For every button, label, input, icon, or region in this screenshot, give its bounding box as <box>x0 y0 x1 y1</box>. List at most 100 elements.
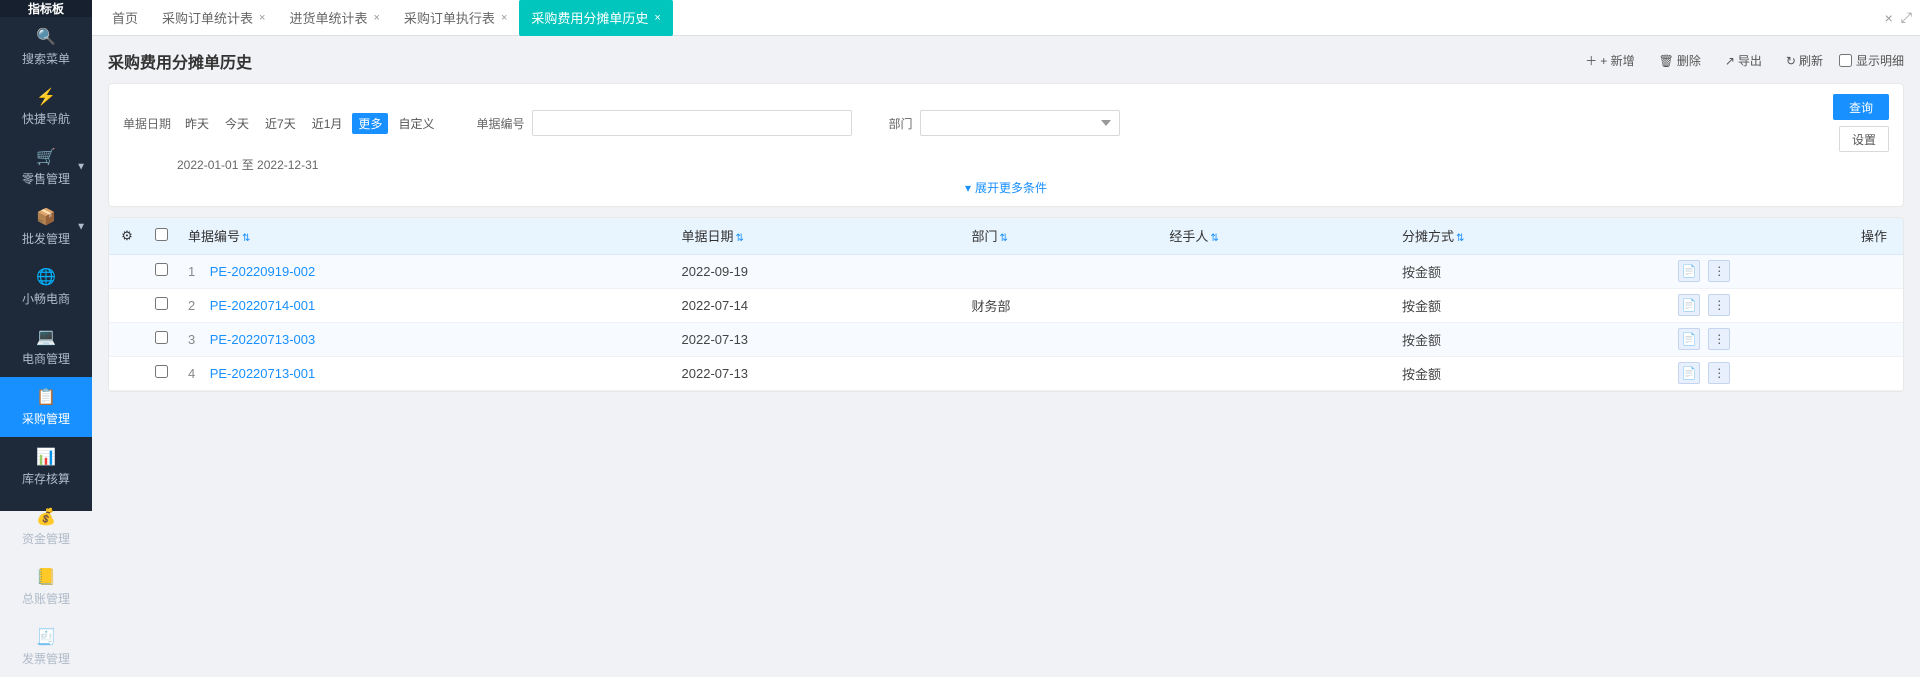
refresh-button[interactable]: ↻ 刷新 <box>1778 48 1831 73</box>
row-date-cell: 2022-07-14 <box>672 288 962 322</box>
sidebar-item-finance[interactable]: 💰 资金管理 <box>0 497 92 557</box>
sidebar-item-search[interactable]: 🔍 搜索菜单 <box>0 17 92 77</box>
col-action: 操作 <box>1668 218 1903 254</box>
row-checkbox-cell[interactable] <box>145 288 178 322</box>
sort-icon: ⇅ <box>1210 233 1218 244</box>
page-header: 采购费用分摊单历史 ＋ + 新增 🗑 删除 ↗ 导出 ↻ 刷新 <box>108 48 1904 73</box>
row-dept-cell <box>962 356 1160 390</box>
col-doc-date[interactable]: 单据日期⇅ <box>672 218 962 254</box>
tab-close-icon[interactable]: × <box>501 12 507 24</box>
main-area: 首页 采购订单统计表 × 进货单统计表 × 采购订单执行表 × 采购费用分摊单历… <box>92 0 1920 511</box>
invoice-icon: 🧾 <box>0 627 92 647</box>
doc-num-link[interactable]: PE-20220714-001 <box>210 298 316 313</box>
row-split-method-cell: 按金额 <box>1392 356 1668 390</box>
sidebar-item-purchase[interactable]: 📋 采购管理 <box>0 377 92 437</box>
doc-num-link[interactable]: PE-20220713-003 <box>210 332 316 347</box>
row-action-cell: 📄 ⋮ <box>1668 254 1903 288</box>
quicknav-icon: ⚡ <box>0 87 92 107</box>
select-all-checkbox[interactable] <box>155 228 168 241</box>
sidebar-item-wholesale[interactable]: 📦 批发管理 ▼ <box>0 197 92 257</box>
expand-filters-button[interactable]: ▾ 展开更多条件 <box>965 179 1047 196</box>
docnum-filter-label: 单据编号 <box>476 115 524 132</box>
minimize-icon[interactable]: × <box>1885 10 1893 26</box>
date-more[interactable]: 更多 <box>352 113 388 134</box>
more-action-icon[interactable]: ⋮ <box>1708 294 1730 316</box>
col-doc-num[interactable]: 单据编号⇅ <box>178 218 672 254</box>
tab-stock-in-stats[interactable]: 进货单统计表 × <box>277 0 391 36</box>
row-dept-cell: 财务部 <box>962 288 1160 322</box>
show-cols-input[interactable] <box>1839 54 1852 67</box>
sort-icon: ⇅ <box>1000 233 1008 244</box>
sidebar-item-ecom-small[interactable]: 🌐 小畅电商 <box>0 257 92 317</box>
sidebar-item-label: 快捷导航 <box>22 112 70 126</box>
table-row[interactable]: 3 PE-20220713-003 2022-07-13 按金额 📄 ⋮ <box>109 322 1903 356</box>
more-action-icon[interactable]: ⋮ <box>1708 260 1730 282</box>
tab-close-icon[interactable]: × <box>373 12 379 24</box>
more-action-icon[interactable]: ⋮ <box>1708 362 1730 384</box>
row-date-cell: 2022-09-19 <box>672 254 962 288</box>
sidebar-item-inventory[interactable]: 📊 库存核算 <box>0 437 92 497</box>
docnum-input[interactable] <box>532 110 852 136</box>
sidebar-item-invoice[interactable]: 🧾 发票管理 <box>0 617 92 677</box>
sidebar-item-label: 小畅电商 <box>22 292 70 306</box>
date-7days[interactable]: 近7天 <box>259 113 302 134</box>
view-action-icon[interactable]: 📄 <box>1678 328 1700 350</box>
row-checkbox[interactable] <box>155 263 168 276</box>
tabs-controls: × ⤢ <box>1885 9 1912 26</box>
sidebar-item-retail[interactable]: 🛒 零售管理 ▼ <box>0 137 92 197</box>
row-date-cell: 2022-07-13 <box>672 356 962 390</box>
tab-home[interactable]: 首页 <box>100 0 150 36</box>
view-action-icon[interactable]: 📄 <box>1678 260 1700 282</box>
tab-label: 采购订单统计表 <box>162 8 253 27</box>
tab-purchase-order-stats[interactable]: 采购订单统计表 × <box>150 0 277 36</box>
tab-close-icon[interactable]: × <box>259 12 265 24</box>
col-settings[interactable]: ⚙ <box>109 218 145 254</box>
show-cols-checkbox[interactable]: 显示明细 <box>1839 52 1904 69</box>
content-area: 采购费用分摊单历史 ＋ + 新增 🗑 删除 ↗ 导出 ↻ 刷新 <box>92 36 1920 511</box>
date-today[interactable]: 今天 <box>219 113 255 134</box>
row-checkbox-cell[interactable] <box>145 356 178 390</box>
filter-setting-button[interactable]: 设置 <box>1839 126 1889 152</box>
row-checkbox-cell[interactable] <box>145 254 178 288</box>
tabs-bar: 首页 采购订单统计表 × 进货单统计表 × 采购订单执行表 × 采购费用分摊单历… <box>92 0 1920 36</box>
view-action-icon[interactable]: 📄 <box>1678 294 1700 316</box>
more-action-icon[interactable]: ⋮ <box>1708 328 1730 350</box>
delete-button[interactable]: 🗑 删除 <box>1651 48 1709 73</box>
row-checkbox[interactable] <box>155 331 168 344</box>
tab-close-icon[interactable]: × <box>654 12 660 24</box>
doc-num-link[interactable]: PE-20220713-001 <box>210 366 316 381</box>
row-checkbox-cell[interactable] <box>145 322 178 356</box>
view-action-icon[interactable]: 📄 <box>1678 362 1700 384</box>
ecom-icon: 💻 <box>0 327 92 347</box>
maximize-icon[interactable]: ⤢ <box>1901 9 1912 26</box>
row-checkbox[interactable] <box>155 297 168 310</box>
sidebar-item-quicknav[interactable]: ⚡ 快捷导航 <box>0 77 92 137</box>
row-dept-cell <box>962 254 1160 288</box>
add-button[interactable]: ＋ + 新增 <box>1577 48 1642 73</box>
accounting-icon: 📒 <box>0 567 92 587</box>
date-yesterday[interactable]: 昨天 <box>179 113 215 134</box>
col-handler[interactable]: 经手人⇅ <box>1159 218 1392 254</box>
sidebar-item-label: 批发管理 <box>22 232 70 246</box>
sidebar-item-ecom[interactable]: 💻 电商管理 <box>0 317 92 377</box>
col-split-method[interactable]: 分摊方式⇅ <box>1392 218 1668 254</box>
table-row[interactable]: 4 PE-20220713-001 2022-07-13 按金额 📄 ⋮ <box>109 356 1903 390</box>
tab-purchase-order-exec[interactable]: 采购订单执行表 × <box>392 0 519 36</box>
tab-purchase-fee-split[interactable]: 采购费用分摊单历史 × <box>519 0 672 36</box>
search-button[interactable]: 查询 <box>1833 94 1889 120</box>
sidebar-item-accounting[interactable]: 📒 总账管理 <box>0 557 92 617</box>
col-checkbox[interactable] <box>145 218 178 254</box>
export-button[interactable]: ↗ 导出 <box>1717 48 1770 73</box>
row-checkbox[interactable] <box>155 365 168 378</box>
doc-num-link[interactable]: PE-20220919-002 <box>210 264 316 279</box>
table-row[interactable]: 2 PE-20220714-001 2022-07-14 财务部 按金额 📄 ⋮ <box>109 288 1903 322</box>
date-custom[interactable]: 自定义 <box>392 113 440 134</box>
filter-date-group: 单据日期 昨天 今天 近7天 近1月 更多 自定义 <box>123 113 440 134</box>
dept-select[interactable] <box>920 110 1120 136</box>
chevron-down-icon: ▾ <box>965 181 971 195</box>
table-row[interactable]: 1 PE-20220919-002 2022-09-19 按金额 📄 ⋮ <box>109 254 1903 288</box>
ecom-small-icon: 🌐 <box>0 267 92 287</box>
date-1month[interactable]: 近1月 <box>306 113 349 134</box>
col-dept[interactable]: 部门⇅ <box>962 218 1160 254</box>
tab-label: 进货单统计表 <box>289 8 367 27</box>
